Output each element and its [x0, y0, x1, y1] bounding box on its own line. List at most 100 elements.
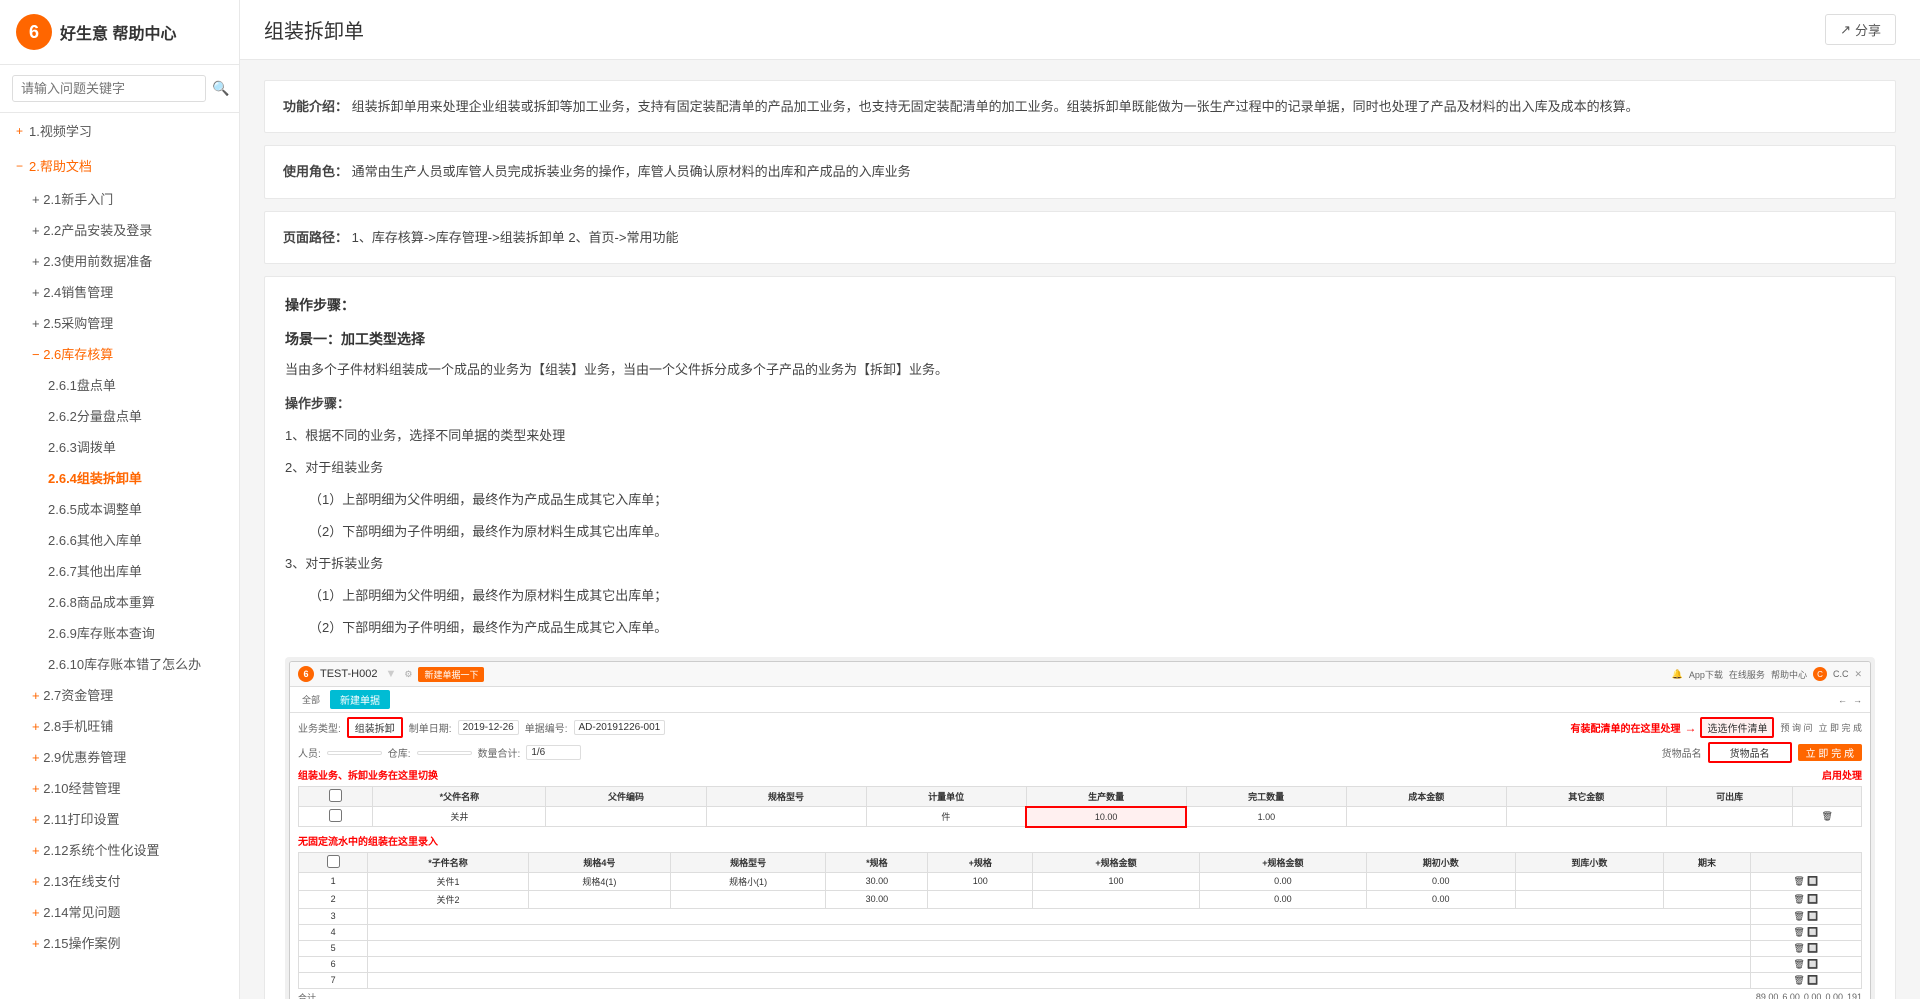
- ss-bcell-period-2: [1664, 890, 1750, 908]
- ss-bth-qty: +规格: [928, 852, 1033, 872]
- ss-cell-cost: [1346, 807, 1506, 827]
- sidebar-item-2-6-8[interactable]: 2.6.8商品成本重算: [0, 586, 239, 617]
- ss-bcell-spec-1: 规格小(1): [670, 872, 826, 890]
- ss-bth-period: 期末: [1664, 852, 1750, 872]
- role-block: 使用角色： 通常由生产人员或库管人员完成拆装业务的操作，库管人员确认原材料的出库…: [264, 145, 1896, 198]
- sidebar-item-2-9[interactable]: + 2.9优惠券管理: [0, 741, 239, 772]
- sidebar-item-docs[interactable]: − 2.帮助文档: [0, 148, 239, 183]
- sidebar-item-2-5[interactable]: + 2.5采购管理: [0, 307, 239, 338]
- sidebar-item-2-12[interactable]: + 2.12系统个性化设置: [0, 834, 239, 865]
- ss-bottom-row-4: 4 🗑 🔲: [299, 924, 1862, 940]
- sidebar-item-2-6-10[interactable]: 2.6.10库存账本错了怎么办: [0, 648, 239, 679]
- sidebar-item-2-3[interactable]: + 2.3使用前数据准备: [0, 245, 239, 276]
- path-label: 页面路径：: [283, 230, 348, 245]
- ss-finish-btn[interactable]: 立 即 完 成: [1798, 744, 1862, 761]
- search-button[interactable]: 🔍: [212, 80, 229, 97]
- ss-form-row-1: 业务类型: 组装拆卸 制单日期: 2019-12-26 单据编号: AD-201…: [298, 717, 1862, 738]
- ss-footer-val-2: 6.00: [1782, 992, 1800, 999]
- sidebar-item-2-6[interactable]: − 2.6库存核算: [0, 338, 239, 369]
- sidebar-item-2-6-9[interactable]: 2.6.9库存账本查询: [0, 617, 239, 648]
- row-checkbox[interactable]: [329, 809, 342, 822]
- sidebar: 6 好生意 帮助中心 🔍 + 1.视频学习 − 2.帮助文档 + 2.1新手入门…: [0, 0, 240, 999]
- sidebar-item-2-1[interactable]: + 2.1新手入门: [0, 183, 239, 214]
- ss-mid-annotation: 无固定流水中的组装在这里录入: [298, 832, 1862, 848]
- sidebar-item-video[interactable]: + 1.视频学习: [0, 113, 239, 148]
- ss-top-row-1: 关井 件 10.00 1.00 🗑: [299, 807, 1862, 827]
- sidebar-item-2-7[interactable]: + 2.7资金管理: [0, 679, 239, 710]
- sidebar-item-2-6-4[interactable]: 2.6.4组装拆卸单: [0, 462, 239, 493]
- expand-icon: +: [16, 124, 23, 138]
- screenshot-titlebar: 6 TEST-H002 ▼ ⚙ 新建单据一下 🔔 App下载 在线服务 帮助中心…: [290, 662, 1870, 687]
- sidebar-item-2-13[interactable]: + 2.13在线支付: [0, 865, 239, 896]
- ss-bcell-actual-2: 0.00: [1199, 890, 1366, 908]
- ss-footer-row: 合计 89.00 6.00 0.00 0.00 191: [298, 991, 1862, 999]
- scene-desc: 当由多个子件材料组装成一个成品的业务为【组装】业务，当由一个父件拆分成多个子产品…: [285, 357, 1875, 641]
- screenshot-body: 业务类型: 组装拆卸 制单日期: 2019-12-26 单据编号: AD-201…: [290, 713, 1870, 999]
- search-input[interactable]: [12, 75, 206, 102]
- ss-code-field: AD-20191226-001: [574, 720, 666, 735]
- ss-top-table: *父件名称 父件编码 规格型号 计量单位 生产数量 完工数量 成本金额 其它金额…: [298, 786, 1862, 828]
- ss-cell-avail: [1666, 807, 1793, 827]
- sidebar-item-2-6-7[interactable]: 2.6.7其他出库单: [0, 555, 239, 586]
- ss-bottom-row-5: 5 🗑 🔲: [299, 940, 1862, 956]
- ss-top-table-header: *父件名称 父件编码 规格型号 计量单位 生产数量 完工数量 成本金额 其它金额…: [299, 787, 1862, 807]
- ss-bottom-row-2: 2 关件2 30.00 0.00 0.00: [299, 890, 1862, 908]
- sidebar-item-2-6-2[interactable]: 2.6.2分量盘点单: [0, 400, 239, 431]
- ss-cell-parent-code: [546, 807, 706, 827]
- ss-th-parent-name: *父件名称: [373, 787, 546, 807]
- ss-bcell-spec-2: [670, 890, 826, 908]
- ss-tab-all[interactable]: 全部: [298, 693, 324, 706]
- ss-radio-annotation: 组装业务、拆卸业务在这里切换: [298, 767, 438, 782]
- sidebar-search-area[interactable]: 🔍: [0, 65, 239, 113]
- sidebar-item-2-4[interactable]: + 2.4销售管理: [0, 276, 239, 307]
- ss-bottom-row-7: 7 🗑 🔲: [299, 972, 1862, 988]
- ss-th-parent-code: 父件编码: [546, 787, 706, 807]
- ss-bottom-table: *子件名称 规格4号 规格型号 *规格 +规格 +规格金额 +规格金额 期初小数…: [298, 852, 1862, 989]
- select-all-top[interactable]: [329, 789, 342, 802]
- sidebar-item-label: 1.视频学习: [29, 121, 92, 140]
- ss-bth-other: 到库小数: [1515, 852, 1664, 872]
- ss-th-other: 其它金额: [1506, 787, 1666, 807]
- sidebar-item-2-10[interactable]: + 2.10经营管理: [0, 772, 239, 803]
- ss-th-prod-qty: 生产数量: [1026, 787, 1186, 807]
- ss-tab-new[interactable]: 新建单据: [330, 690, 390, 709]
- ss-warehouse-field: [417, 751, 472, 755]
- ss-bcell-need-1: 100: [1033, 872, 1200, 890]
- sidebar-item-2-15[interactable]: + 2.15操作案例: [0, 927, 239, 958]
- sidebar-item-2-11[interactable]: + 2.11打印设置: [0, 803, 239, 834]
- ss-cell-other: [1506, 807, 1666, 827]
- ss-footer-val-4: 0.00: [1825, 992, 1843, 999]
- ss-th-action: [1793, 787, 1862, 807]
- ss-company: TEST-H002: [320, 668, 377, 680]
- share-button[interactable]: ↗ 分享: [1825, 14, 1896, 45]
- sidebar-item-2-6-5[interactable]: 2.6.5成本调整单: [0, 493, 239, 524]
- screenshot-nav: 全部 新建单据 ← →: [290, 687, 1870, 713]
- ss-bcell-need-2: [1033, 890, 1200, 908]
- sidebar-item-2-6-1[interactable]: 2.6.1盘点单: [0, 369, 239, 400]
- sidebar-item-2-6-3[interactable]: 2.6.3调拨单: [0, 431, 239, 462]
- ss-th-done-qty: 完工数量: [1186, 787, 1346, 807]
- ss-bcell-code-1: 规格4(1): [528, 872, 670, 890]
- ss-user-avatar: C: [1813, 667, 1827, 681]
- select-all-bottom[interactable]: [327, 855, 340, 868]
- ss-bth-action: [1750, 852, 1861, 872]
- ss-th-spec: 规格型号: [706, 787, 866, 807]
- ss-bcell-name-2: 关件2: [368, 890, 529, 908]
- sidebar-item-2-2[interactable]: + 2.2产品安装及登录: [0, 214, 239, 245]
- sidebar-item-2-14[interactable]: + 2.14常见问题: [0, 896, 239, 927]
- sidebar-item-label: 2.帮助文档: [29, 156, 92, 175]
- ss-annotation-row: 组装业务、拆卸业务在这里切换 启用处理: [298, 767, 1862, 782]
- ss-new-order-btn[interactable]: 新建单据一下: [418, 667, 484, 682]
- sidebar-item-2-8[interactable]: + 2.8手机旺铺: [0, 710, 239, 741]
- sidebar-item-2-6-6[interactable]: 2.6.6其他入库单: [0, 524, 239, 555]
- ss-bottom-row-3: 3 🗑 🔲: [299, 908, 1862, 924]
- ss-th-unit: 计量单位: [866, 787, 1026, 807]
- ss-cell-act: 🗑: [1793, 807, 1862, 827]
- ss-annotation-area: 有装配清单的在这里处理 → 选选作件清单: [1570, 717, 1774, 738]
- ss-bcell-cost-2: 0.00: [1366, 890, 1515, 908]
- ss-bcell-code-2: [528, 890, 670, 908]
- main-content: 组装拆卸单 ↗ 分享 功能介绍： 组装拆卸单用来处理企业组装或拆卸等加工业务，支…: [240, 0, 1920, 999]
- ss-bcell-name-1: 关件1: [368, 872, 529, 890]
- share-icon: ↗: [1840, 22, 1851, 38]
- ss-bcell-qty-1: 100: [928, 872, 1033, 890]
